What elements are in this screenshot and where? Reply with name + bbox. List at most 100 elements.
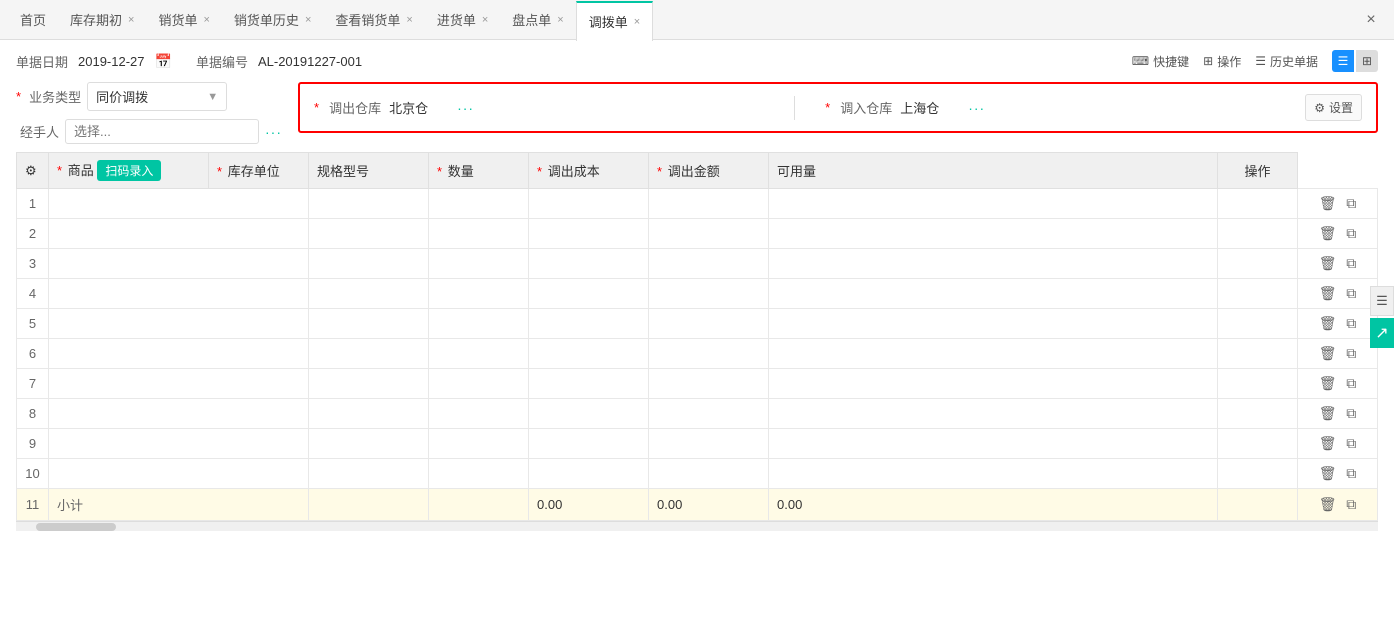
scrollbar-thumb[interactable] [36, 523, 116, 531]
table-cell-qty[interactable] [529, 459, 649, 489]
table-cell-available[interactable] [1218, 369, 1298, 399]
table-cell-available[interactable] [1218, 309, 1298, 339]
window-close-button[interactable]: × [1356, 5, 1386, 35]
table-cell-cost[interactable] [649, 429, 769, 459]
table-cell-cost[interactable] [649, 309, 769, 339]
view-list-btn[interactable]: ☰ [1332, 50, 1354, 72]
table-cell-available[interactable] [1218, 249, 1298, 279]
table-cell-cost[interactable] [649, 189, 769, 219]
delete-icon[interactable]: 🗑 [1319, 435, 1337, 451]
tab-sales-history[interactable]: 销货单历史 × [222, 0, 323, 40]
tab-view-sales-close[interactable]: × [406, 14, 412, 26]
table-cell-spec[interactable] [429, 309, 529, 339]
copy-icon[interactable]: ⧉ [1346, 195, 1356, 211]
copy-icon[interactable]: ⧉ [1346, 496, 1356, 512]
table-cell-amount[interactable] [769, 279, 1218, 309]
table-cell-qty[interactable] [529, 279, 649, 309]
table-cell-product[interactable] [49, 339, 309, 369]
tab-purchase-order[interactable]: 进货单 × [425, 0, 500, 40]
table-cell-spec[interactable] [429, 189, 529, 219]
table-cell-available[interactable] [1218, 429, 1298, 459]
table-cell-cost[interactable] [649, 369, 769, 399]
table-cell-unit[interactable] [309, 459, 429, 489]
delete-icon[interactable]: 🗑 [1319, 225, 1337, 241]
table-cell-available[interactable] [1218, 459, 1298, 489]
tab-inventory-count[interactable]: 盘点单 × [500, 0, 575, 40]
delete-icon[interactable]: 🗑 [1319, 315, 1337, 331]
table-cell-product[interactable] [49, 429, 309, 459]
table-cell-available[interactable] [1218, 219, 1298, 249]
right-list-button[interactable]: ☰ [1370, 286, 1394, 316]
business-type-select[interactable]: 同价调拨 ▼ [87, 82, 227, 111]
delete-icon[interactable]: 🗑 [1319, 405, 1337, 421]
table-cell-qty[interactable] [529, 339, 649, 369]
table-cell-unit[interactable] [309, 249, 429, 279]
table-cell-unit[interactable] [309, 279, 429, 309]
table-cell-available[interactable] [1218, 189, 1298, 219]
copy-icon[interactable]: ⧉ [1346, 345, 1356, 361]
table-cell-unit[interactable] [309, 369, 429, 399]
handler-input[interactable] [65, 119, 259, 144]
table-cell-qty[interactable] [529, 249, 649, 279]
table-cell-cost[interactable] [649, 459, 769, 489]
copy-icon[interactable]: ⧉ [1346, 375, 1356, 391]
tab-sales-history-close[interactable]: × [305, 14, 311, 26]
copy-icon[interactable]: ⧉ [1346, 285, 1356, 301]
table-cell-product[interactable] [49, 399, 309, 429]
scan-button[interactable]: 扫码录入 [97, 160, 161, 181]
table-cell-spec[interactable] [429, 249, 529, 279]
table-cell-amount[interactable] [769, 309, 1218, 339]
delete-icon[interactable]: 🗑 [1319, 375, 1337, 391]
table-cell-unit[interactable] [309, 399, 429, 429]
table-cell-amount[interactable] [769, 249, 1218, 279]
copy-icon[interactable]: ⧉ [1346, 255, 1356, 271]
horizontal-scrollbar[interactable] [16, 521, 1378, 531]
tab-transfer[interactable]: 调拨单 × [576, 1, 653, 41]
col-gear[interactable]: ⚙ [17, 153, 49, 189]
delete-icon[interactable]: 🗑 [1319, 496, 1337, 512]
table-cell-cost[interactable] [649, 399, 769, 429]
table-cell-spec[interactable] [429, 219, 529, 249]
table-cell-qty[interactable] [529, 309, 649, 339]
table-cell-product[interactable] [49, 459, 309, 489]
view-grid-btn[interactable]: ⊞ [1356, 50, 1378, 72]
tab-home[interactable]: 首页 [8, 0, 58, 40]
table-cell-product[interactable] [49, 249, 309, 279]
table-cell-spec[interactable] [429, 369, 529, 399]
table-cell-cost[interactable] [649, 249, 769, 279]
table-cell-qty[interactable] [529, 189, 649, 219]
table-cell-product[interactable] [49, 309, 309, 339]
delete-icon[interactable]: 🗑 [1319, 345, 1337, 361]
table-cell-qty[interactable] [529, 399, 649, 429]
table-cell-unit[interactable] [309, 429, 429, 459]
table-cell-product[interactable] [49, 369, 309, 399]
table-cell-spec[interactable] [429, 339, 529, 369]
table-cell-spec[interactable] [429, 429, 529, 459]
delete-icon[interactable]: 🗑 [1319, 465, 1337, 481]
table-cell-unit[interactable] [309, 189, 429, 219]
in-warehouse-dots-button[interactable]: ··· [968, 100, 985, 116]
delete-icon[interactable]: 🗑 [1319, 255, 1337, 271]
table-cell-product[interactable] [49, 189, 309, 219]
table-cell-spec[interactable] [429, 279, 529, 309]
table-cell-amount[interactable] [769, 339, 1218, 369]
tab-purchase-order-close[interactable]: × [482, 14, 488, 26]
tab-view-sales[interactable]: 查看销货单 × [323, 0, 424, 40]
copy-icon[interactable]: ⧉ [1346, 465, 1356, 481]
table-cell-cost[interactable] [649, 339, 769, 369]
table-cell-amount[interactable] [769, 189, 1218, 219]
shortcut-button[interactable]: ⌨ 快捷键 [1132, 53, 1189, 70]
copy-icon[interactable]: ⧉ [1346, 315, 1356, 331]
table-cell-available[interactable] [1218, 399, 1298, 429]
table-cell-product[interactable] [49, 219, 309, 249]
copy-icon[interactable]: ⧉ [1346, 405, 1356, 421]
table-cell-available[interactable] [1218, 279, 1298, 309]
tab-sales-order-close[interactable]: × [203, 14, 209, 26]
table-cell-amount[interactable] [769, 459, 1218, 489]
copy-icon[interactable]: ⧉ [1346, 225, 1356, 241]
operation-button[interactable]: ⊞ 操作 [1203, 53, 1241, 70]
table-cell-amount[interactable] [769, 219, 1218, 249]
table-cell-spec[interactable] [429, 399, 529, 429]
table-cell-unit[interactable] [309, 309, 429, 339]
tab-inventory-init[interactable]: 库存期初 × [58, 0, 146, 40]
